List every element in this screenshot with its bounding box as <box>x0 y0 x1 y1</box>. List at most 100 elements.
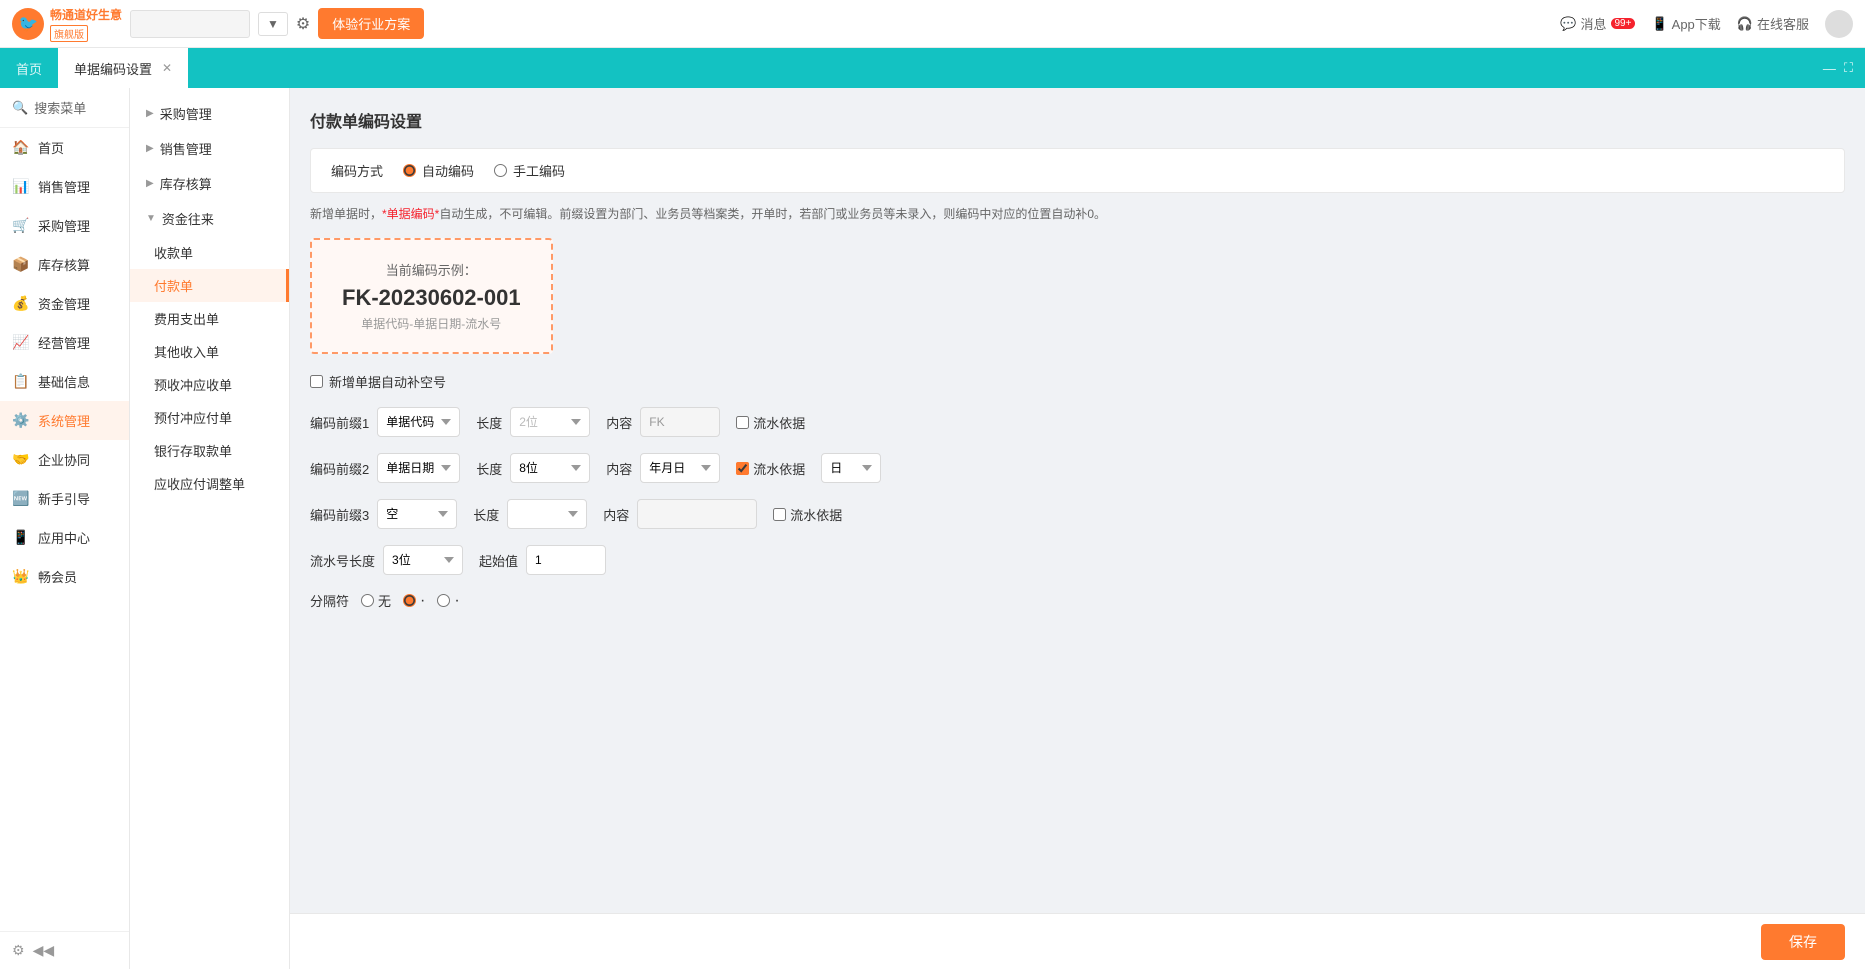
nav-dropdown[interactable]: ▼ <box>258 12 288 36</box>
tab-bar: 首页 单据编码设置 ✕ — ⛶ <box>0 48 1865 88</box>
prefix3-field: 编码前缀3 空 <box>310 499 457 529</box>
guide-icon: 🆕 <box>12 490 30 508</box>
sidebar-bottom: ⚙ ◀◀ <box>0 931 129 969</box>
content2-field: 内容 年月日 <box>606 453 720 483</box>
content3-label: 内容 <box>603 505 629 524</box>
sidebar-item-purchase[interactable]: 🛒 采购管理 <box>0 206 129 245</box>
arrow-right-icon: ▶ <box>146 108 154 119</box>
expand-icon[interactable]: ⛶ <box>1844 60 1853 76</box>
sub-nav-purchase[interactable]: ▶ 采购管理 <box>130 96 289 131</box>
length1-select[interactable]: 2位 <box>510 407 590 437</box>
content3-input[interactable] <box>637 499 757 529</box>
finance-icon: 💰 <box>12 295 30 313</box>
encoding-method-label: 编码方式 <box>331 161 383 180</box>
main-layout: 🔍 搜索菜单 🏠 首页 📊 销售管理 🛒 采购管理 📦 库存核算 💰 <box>0 88 1865 969</box>
content3-field: 内容 <box>603 499 757 529</box>
sidebar-nav: 🏠 首页 📊 销售管理 🛒 采购管理 📦 库存核算 💰 资金管理 📈 经 <box>0 128 129 931</box>
sep-dot-option[interactable]: · <box>403 592 425 610</box>
sidebar-item-guide[interactable]: 🆕 新手引导 <box>0 479 129 518</box>
tab-close-icon[interactable]: ✕ <box>162 61 172 75</box>
tab-encoding-settings[interactable]: 单据编码设置 ✕ <box>58 48 188 88</box>
sidebar-item-member[interactable]: 👑 畅会员 <box>0 557 129 596</box>
sub-nav-expense[interactable]: 费用支出单 <box>130 302 289 335</box>
trial-button[interactable]: 体验行业方案 <box>318 8 424 39</box>
prefix3-select[interactable]: 空 <box>377 499 457 529</box>
sub-nav-group-purchase: ▶ 采购管理 <box>130 96 289 131</box>
arrow-right-icon2: ▶ <box>146 143 154 154</box>
purchase-icon: 🛒 <box>12 217 30 235</box>
message-button[interactable]: 💬 消息 99+ <box>1560 14 1635 33</box>
code-preview-label: 当前编码示例： <box>342 260 521 279</box>
prefix1-label: 编码前缀1 <box>310 413 369 432</box>
content1-input[interactable] <box>640 407 720 437</box>
settings-bottom-icon[interactable]: ⚙ <box>12 942 25 959</box>
prefix2-select[interactable]: 单据日期 <box>377 453 460 483</box>
app-download-button[interactable]: 📱 App下载 <box>1651 14 1720 33</box>
page-title: 付款单编码设置 <box>310 108 1845 132</box>
online-service-button[interactable]: 🎧 在线客服 <box>1737 14 1809 33</box>
sidebar-item-operations[interactable]: 📈 经营管理 <box>0 323 129 362</box>
flow2-period-select[interactable]: 日 <box>821 453 881 483</box>
minimize-icon[interactable]: — <box>1823 61 1836 76</box>
tab-home[interactable]: 首页 <box>0 48 58 88</box>
flow1-checkbox[interactable] <box>736 416 749 429</box>
sub-nav-inventory[interactable]: ▶ 库存核算 <box>130 166 289 201</box>
flow3-checkbox[interactable] <box>773 508 786 521</box>
serial-length-label: 流水号长度 <box>310 551 375 570</box>
prefix1-select[interactable]: 单据代码 <box>377 407 460 437</box>
manual-encode-option[interactable]: 手工编码 <box>494 161 565 180</box>
sep-none-option[interactable]: 无 <box>361 591 391 610</box>
flow2-check-label[interactable]: 流水依据 <box>736 459 805 478</box>
sub-nav-payment[interactable]: 付款单 <box>130 269 289 302</box>
collapse-icon[interactable]: ◀◀ <box>33 942 55 959</box>
sep-none-radio[interactable] <box>361 594 374 607</box>
sidebar-item-apps[interactable]: 📱 应用中心 <box>0 518 129 557</box>
sidebar-item-home[interactable]: 🏠 首页 <box>0 128 129 167</box>
save-button[interactable]: 保存 <box>1761 924 1845 960</box>
sub-nav-sales[interactable]: ▶ 销售管理 <box>130 131 289 166</box>
flow3-check-label[interactable]: 流水依据 <box>773 505 842 524</box>
sub-nav-fund[interactable]: ▼ 资金往来 <box>130 201 289 236</box>
settings-icon[interactable]: ⚙ <box>296 14 310 34</box>
sub-nav-bank[interactable]: 银行存取款单 <box>130 434 289 467</box>
content2-select[interactable]: 年月日 <box>640 453 720 483</box>
sub-nav-prepay-offset[interactable]: 预收冲应收单 <box>130 368 289 401</box>
serial-length-select[interactable]: 3位 <box>383 545 463 575</box>
auto-fill-row: 新增单据自动补空号 <box>310 372 1845 391</box>
manual-encode-radio[interactable] <box>494 164 507 177</box>
sub-nav-advance-offset[interactable]: 预付冲应付单 <box>130 401 289 434</box>
length3-select[interactable] <box>507 499 587 529</box>
length3-label: 长度 <box>473 505 499 524</box>
sep-dot2-option[interactable]: · <box>437 592 459 610</box>
serial-start-input[interactable] <box>526 545 606 575</box>
sidebar-item-inventory[interactable]: 📦 库存核算 <box>0 245 129 284</box>
arrow-right-icon3: ▶ <box>146 178 154 189</box>
auto-fill-checkbox[interactable] <box>310 375 323 388</box>
logo-area: 🐦 畅通道好生意 旗舰版 <box>12 6 122 42</box>
message-badge: 99+ <box>1611 18 1636 29</box>
auto-encode-radio[interactable] <box>403 164 416 177</box>
sidebar-item-sales[interactable]: 📊 销售管理 <box>0 167 129 206</box>
flow1-check-label[interactable]: 流水依据 <box>736 413 805 432</box>
sidebar-item-basic[interactable]: 📋 基础信息 <box>0 362 129 401</box>
sub-nav-receipt[interactable]: 收款单 <box>130 236 289 269</box>
length2-field: 长度 8位 <box>476 453 590 483</box>
flow2-checkbox[interactable] <box>736 462 749 475</box>
sidebar-item-system[interactable]: ⚙️ 系统管理 <box>0 401 129 440</box>
user-avatar[interactable] <box>1825 10 1853 38</box>
sub-nav-other-income[interactable]: 其他收入单 <box>130 335 289 368</box>
auto-encode-option[interactable]: 自动编码 <box>403 161 474 180</box>
app-icon: 📱 <box>1651 16 1667 32</box>
code-preview-value: FK-20230602-001 <box>342 285 521 311</box>
length1-label: 长度 <box>476 413 502 432</box>
encoding-method-bar: 编码方式 自动编码 手工编码 <box>310 148 1845 193</box>
length2-select[interactable]: 8位 <box>510 453 590 483</box>
sep-dot2-radio[interactable] <box>437 594 450 607</box>
sep-dot-radio[interactable] <box>403 594 416 607</box>
search-placeholder <box>130 10 250 38</box>
length1-field: 长度 2位 <box>476 407 590 437</box>
search-menu[interactable]: 🔍 搜索菜单 <box>0 88 129 128</box>
sidebar-item-enterprise[interactable]: 🤝 企业协同 <box>0 440 129 479</box>
sub-nav-adjustment[interactable]: 应收应付调整单 <box>130 467 289 500</box>
sidebar-item-finance[interactable]: 💰 资金管理 <box>0 284 129 323</box>
